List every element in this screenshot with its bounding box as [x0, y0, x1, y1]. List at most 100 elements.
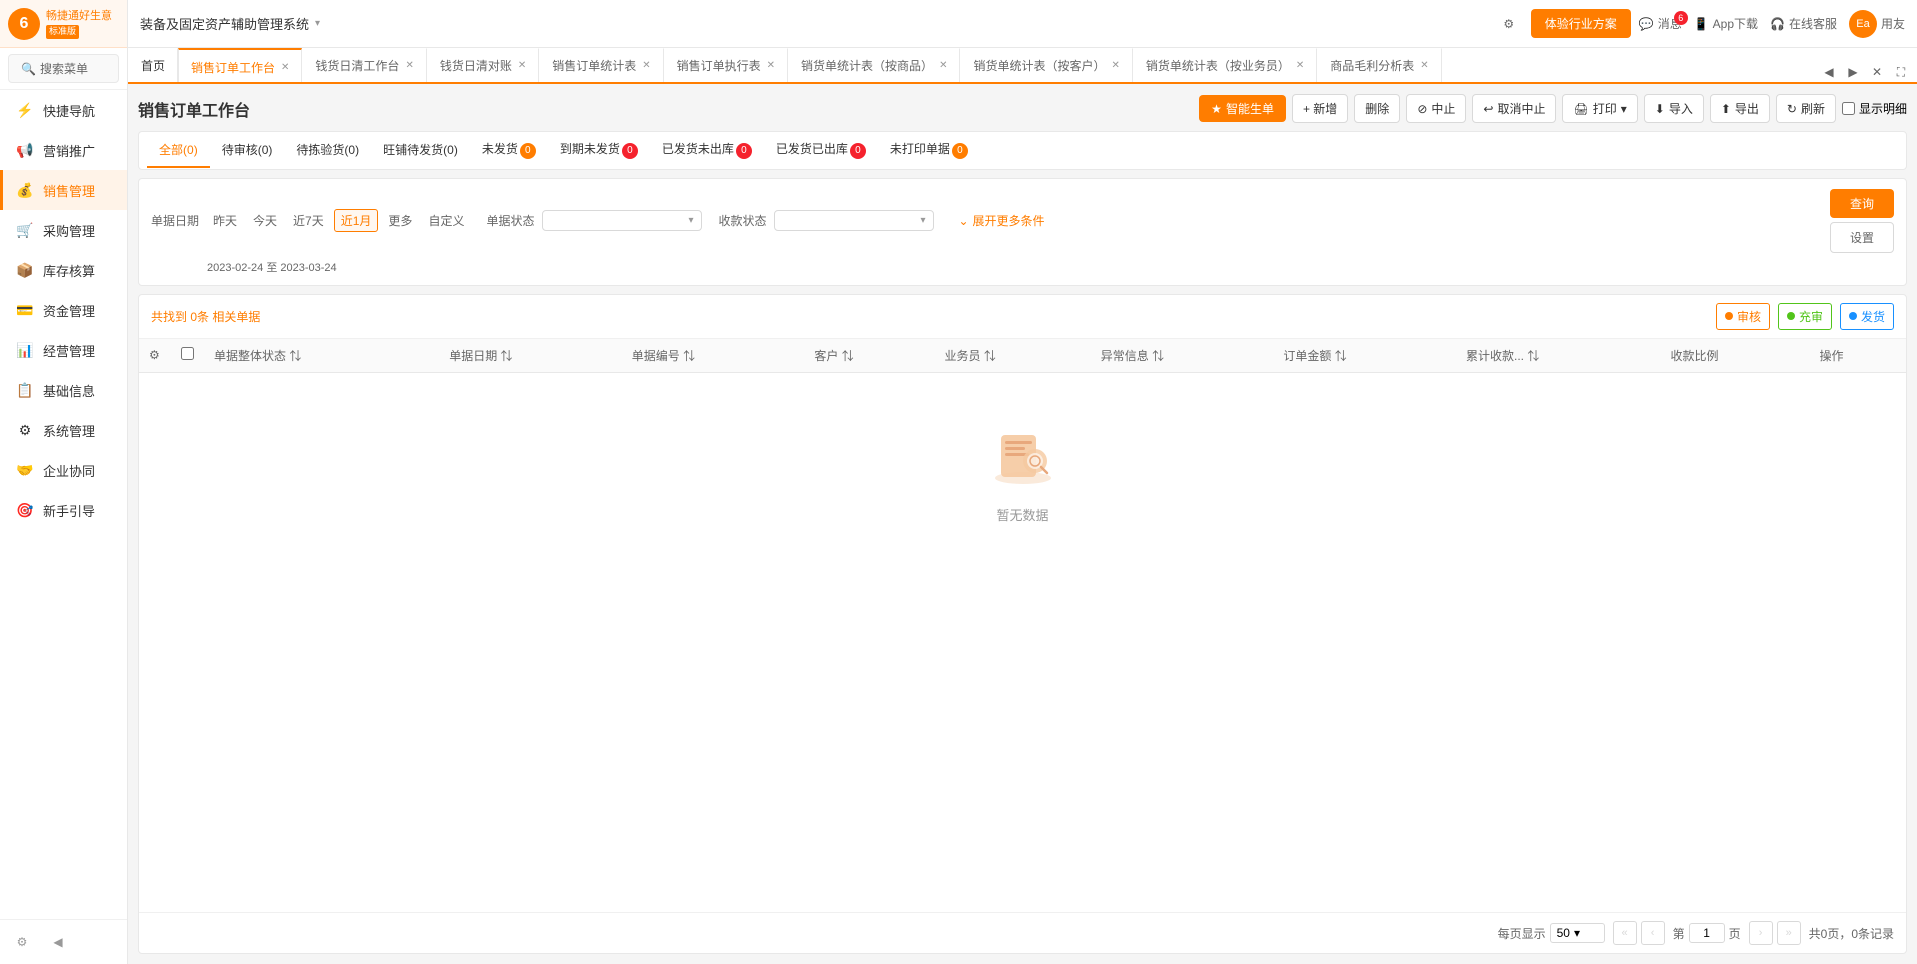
export-button[interactable]: ⬆ 导出 [1710, 94, 1770, 123]
sort-icon[interactable]: ⇅ [1335, 349, 1347, 363]
filter-tab-pending-review[interactable]: 待审核(0) [210, 133, 285, 168]
smart-create-button[interactable]: ★ 智能生单 [1199, 95, 1286, 122]
sidebar-item-base-info[interactable]: 📋 基础信息 [0, 370, 127, 410]
tab-close-icon[interactable]: ✕ [405, 60, 413, 71]
payment-select[interactable]: ▾ [774, 210, 934, 231]
sidebar-item-enterprise[interactable]: 🤝 企业协同 [0, 450, 127, 490]
sidebar-item-marketing[interactable]: 📢 营销推广 [0, 130, 127, 170]
industry-solution-button[interactable]: 体验行业方案 [1531, 9, 1631, 38]
search-menu-button[interactable]: 🔍 搜索菜单 [8, 54, 119, 83]
tab-close-icon[interactable]: ✕ [767, 60, 775, 71]
filter-tab-not-printed[interactable]: 未打印单据0 [878, 132, 980, 169]
review-button[interactable]: 审核 [1716, 303, 1770, 330]
filter-tab-shipped-not-wh[interactable]: 已发货未出库0 [650, 132, 764, 169]
sidebar-item-quick-nav[interactable]: ⚡ 快捷导航 [0, 90, 127, 130]
tab-cash-daily[interactable]: 钱货日清工作台 ✕ [302, 48, 426, 82]
sidebar-item-purchase[interactable]: 🛒 采购管理 [0, 210, 127, 250]
filter-tab-pending-check[interactable]: 待拣验货(0) [284, 133, 371, 168]
sidebar-item-guide[interactable]: 🎯 新手引导 [0, 490, 127, 530]
filter-tab-wangpu[interactable]: 旺铺待发货(0) [371, 133, 470, 168]
settings-button[interactable]: ⚙ [8, 928, 36, 956]
tab-close-icon[interactable]: ✕ [1111, 60, 1119, 71]
tab-sales-exec[interactable]: 销售订单执行表 ✕ [664, 48, 788, 82]
page-number-input[interactable] [1689, 923, 1725, 943]
collapse-button[interactable]: ◀ [44, 928, 72, 956]
prev-page-button[interactable]: ‹ [1641, 921, 1665, 945]
tab-gross-margin[interactable]: 商品毛利分析表 ✕ [1317, 48, 1441, 82]
setting-button[interactable]: 设置 [1830, 222, 1894, 253]
sort-icon[interactable]: ⇅ [984, 349, 996, 363]
tab-close-icon[interactable]: ✕ [1420, 60, 1428, 71]
tab-sales-by-product[interactable]: 销货单统计表（按商品） ✕ [788, 48, 960, 82]
detail-checkbox-input[interactable] [1842, 102, 1855, 115]
add-button[interactable]: + 新增 [1292, 94, 1348, 123]
tab-home[interactable]: 首页 [128, 48, 178, 82]
sort-icon[interactable]: ⇅ [683, 349, 695, 363]
last-page-button[interactable]: » [1777, 921, 1801, 945]
sort-icon[interactable]: ⇅ [501, 349, 513, 363]
page-size-dropdown[interactable]: 50 ▾ [1550, 923, 1605, 943]
page-nav: « ‹ [1613, 921, 1665, 945]
user-menu-button[interactable]: Ea 用友 [1849, 10, 1905, 38]
tab-sales-stats[interactable]: 销售订单统计表 ✕ [539, 48, 663, 82]
sort-icon[interactable]: ⇅ [1527, 349, 1539, 363]
date-option-1month[interactable]: 近1月 [334, 209, 379, 232]
stop-button[interactable]: ⊘ 中止 [1406, 94, 1466, 123]
tab-sales-by-staff[interactable]: 销货单统计表（按业务员） ✕ [1133, 48, 1317, 82]
expand-conditions-button[interactable]: ⌄ 展开更多条件 [950, 208, 1052, 233]
pagination: 每页显示 50 ▾ « ‹ 第 页 [139, 912, 1906, 953]
tab-maximize-button[interactable]: ⛶ [1891, 62, 1911, 82]
sidebar-logo: 6 畅捷通好生意 标准版 [0, 0, 127, 48]
query-button[interactable]: 查询 [1830, 189, 1894, 218]
tab-close-icon[interactable]: ✕ [642, 60, 650, 71]
tab-close-icon[interactable]: ✕ [518, 60, 526, 71]
sidebar-item-system[interactable]: ⚙ 系统管理 [0, 410, 127, 450]
tab-scroll-right-button[interactable]: ▶ [1843, 62, 1863, 82]
sidebar-item-sales[interactable]: 💰 销售管理 [0, 170, 127, 210]
payment-field: 收款状态 ▾ [718, 210, 934, 231]
sort-icon[interactable]: ⇅ [289, 349, 301, 363]
sidebar-item-finance[interactable]: 💳 资金管理 [0, 290, 127, 330]
cancel-stop-button[interactable]: ↩ 取消中止 [1472, 94, 1556, 123]
date-option-custom[interactable]: 自定义 [422, 210, 470, 231]
filter-tab-all[interactable]: 全部(0) [147, 133, 210, 168]
first-page-button[interactable]: « [1613, 921, 1637, 945]
settings-icon[interactable]: ⚙ [1495, 10, 1523, 38]
import-button[interactable]: ⬇ 导入 [1644, 94, 1704, 123]
tab-cash-reconciliation[interactable]: 钱货日清对账 ✕ [427, 48, 539, 82]
date-option-more[interactable]: 更多 [382, 210, 418, 231]
anti-review-button[interactable]: 充审 [1778, 303, 1832, 330]
app-download-button[interactable]: 📱 App下载 [1694, 15, 1758, 32]
tab-sales-order-workbench[interactable]: 销售订单工作台 ✕ [178, 48, 302, 84]
sort-icon[interactable]: ⇅ [1152, 349, 1164, 363]
message-button[interactable]: 💬 消息 6 [1639, 15, 1682, 32]
print-button[interactable]: 🖨 打印 ▾ [1562, 94, 1637, 123]
filter-tab-overdue[interactable]: 到期未发货0 [548, 132, 650, 169]
online-service-button[interactable]: 🎧 在线客服 [1770, 15, 1837, 32]
column-settings-icon[interactable]: ⚙ [149, 348, 160, 362]
tab-close-icon[interactable]: ✕ [939, 60, 947, 71]
tab-close-current-button[interactable]: ✕ [1867, 62, 1887, 82]
next-page-button[interactable]: › [1749, 921, 1773, 945]
not-shipped-badge: 0 [520, 143, 536, 159]
tab-close-icon[interactable]: ✕ [281, 62, 289, 73]
date-option-7days[interactable]: 近7天 [287, 210, 330, 231]
sidebar-item-label: 快捷导航 [43, 101, 95, 120]
sidebar-item-label: 经营管理 [43, 341, 95, 360]
sidebar-item-operations[interactable]: 📊 经营管理 [0, 330, 127, 370]
tab-close-icon[interactable]: ✕ [1296, 60, 1304, 71]
filter-tab-shipped-wh[interactable]: 已发货已出库0 [764, 132, 878, 169]
status-select[interactable]: ▾ [542, 210, 702, 231]
tab-sales-by-customer[interactable]: 销货单统计表（按客户） ✕ [960, 48, 1132, 82]
filter-tab-not-shipped[interactable]: 未发货0 [470, 132, 548, 169]
delete-button[interactable]: 删除 [1354, 94, 1400, 123]
date-option-today[interactable]: 今天 [247, 210, 283, 231]
refresh-button[interactable]: ↻ 刷新 [1776, 94, 1836, 123]
sidebar-item-inventory[interactable]: 📦 库存核算 [0, 250, 127, 290]
sort-icon[interactable]: ⇅ [842, 349, 854, 363]
show-detail-checkbox[interactable]: 显示明细 [1842, 100, 1907, 117]
date-option-yesterday[interactable]: 昨天 [207, 210, 243, 231]
select-all-checkbox[interactable] [181, 347, 194, 360]
tab-scroll-left-button[interactable]: ◀ [1819, 62, 1839, 82]
ship-button[interactable]: 发货 [1840, 303, 1894, 330]
